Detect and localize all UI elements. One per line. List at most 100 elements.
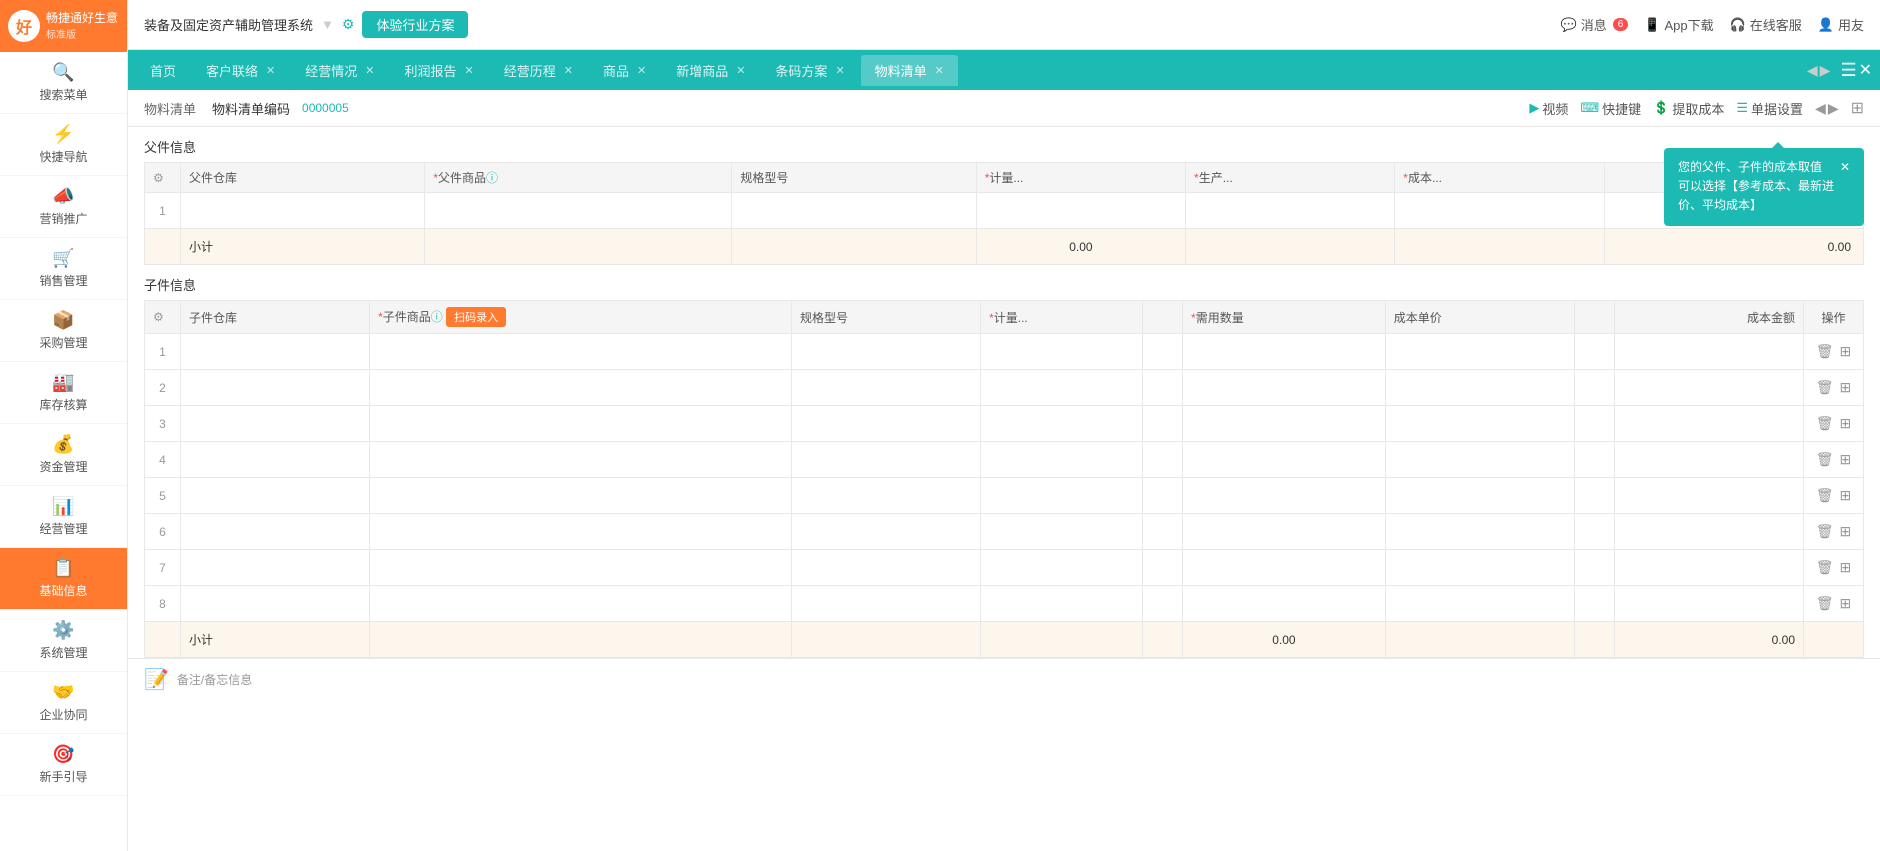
breadcrumb-2[interactable]: 物料清单编码 xyxy=(212,99,290,118)
child-qty-4[interactable] xyxy=(1183,478,1386,514)
child-warehouse-0[interactable] xyxy=(181,334,370,370)
close-all-tabs[interactable]: ✕ xyxy=(1859,60,1872,80)
child-qty-7[interactable] xyxy=(1183,586,1386,622)
child-product-2[interactable] xyxy=(370,406,792,442)
child-unit-cost-1[interactable] xyxy=(1385,370,1574,406)
nav-tab-close-4[interactable]: ✕ xyxy=(564,64,573,77)
child-spec-5[interactable] xyxy=(791,514,980,550)
copy-icon-7[interactable]: ⊞ xyxy=(1840,595,1852,612)
child-measure-6[interactable] xyxy=(981,550,1143,586)
scan-button[interactable]: 扫码录入 xyxy=(446,307,506,327)
child-measure-2[interactable] xyxy=(981,406,1143,442)
child-spec-3[interactable] xyxy=(791,442,980,478)
parent-product-1[interactable] xyxy=(425,193,732,229)
delete-icon-7[interactable]: 🗑 xyxy=(1816,595,1834,612)
nav-tab-0[interactable]: 首页 xyxy=(136,55,190,86)
parent-spec-1[interactable] xyxy=(732,193,976,229)
nav-next[interactable]: ▶ xyxy=(1820,62,1831,79)
sidebar-item-system[interactable]: ⚙️系统管理 xyxy=(0,610,127,672)
delete-icon-1[interactable]: 🗑 xyxy=(1816,379,1834,396)
sidebar-item-operation[interactable]: 📊经营管理 xyxy=(0,486,127,548)
child-product-4[interactable] xyxy=(370,478,792,514)
child-spec-0[interactable] xyxy=(791,334,980,370)
nav-tab-close-6[interactable]: ✕ xyxy=(736,64,745,77)
extract-cost-btn[interactable]: 💲 提取成本 xyxy=(1653,99,1724,118)
single-settings-btn[interactable]: ☰ 单据设置 xyxy=(1736,99,1803,118)
nav-prev[interactable]: ◀ xyxy=(1807,62,1818,79)
video-btn[interactable]: ▶ 视频 xyxy=(1529,99,1568,118)
child-measure-3[interactable] xyxy=(981,442,1143,478)
nav-tab-close-2[interactable]: ✕ xyxy=(365,64,374,77)
child-warehouse-6[interactable] xyxy=(181,550,370,586)
sidebar-item-inventory[interactable]: 🏭库存核算 xyxy=(0,362,127,424)
copy-icon-1[interactable]: ⊞ xyxy=(1840,379,1852,396)
breadcrumb-1[interactable]: 物料清单 xyxy=(144,99,196,118)
parent-cost-1[interactable] xyxy=(1395,193,1604,229)
child-warehouse-7[interactable] xyxy=(181,586,370,622)
child-spec-7[interactable] xyxy=(791,586,980,622)
sidebar-item-guide[interactable]: 🎯新手引导 xyxy=(0,734,127,796)
child-warehouse-2[interactable] xyxy=(181,406,370,442)
sidebar-item-finance[interactable]: 💰资金管理 xyxy=(0,424,127,486)
message-btn[interactable]: 💬 消息 6 xyxy=(1561,15,1629,34)
child-product-5[interactable] xyxy=(370,514,792,550)
child-measure-0[interactable] xyxy=(981,334,1143,370)
online-service-btn[interactable]: 🎧 在线客服 xyxy=(1730,15,1802,34)
nav-grid-icon[interactable]: ☰ xyxy=(1840,60,1856,81)
expand-icon[interactable]: ⊞ xyxy=(1851,98,1864,118)
shortcut-btn[interactable]: ⌨ 快捷键 xyxy=(1580,99,1641,118)
child-unit-cost-6[interactable] xyxy=(1385,550,1574,586)
note-icon[interactable]: 📝 xyxy=(144,667,169,692)
copy-icon-5[interactable]: ⊞ xyxy=(1840,523,1852,540)
child-product-1[interactable] xyxy=(370,370,792,406)
copy-icon-3[interactable]: ⊞ xyxy=(1840,451,1852,468)
child-warehouse-4[interactable] xyxy=(181,478,370,514)
parent-measure-1[interactable] xyxy=(976,193,1185,229)
nav-tab-close-1[interactable]: ✕ xyxy=(266,64,275,77)
copy-icon-2[interactable]: ⊞ xyxy=(1840,415,1852,432)
delete-icon-3[interactable]: 🗑 xyxy=(1816,451,1834,468)
child-measure-7[interactable] xyxy=(981,586,1143,622)
nav-tab-close-7[interactable]: ✕ xyxy=(835,64,844,77)
sidebar-item-basic[interactable]: 📋基础信息 xyxy=(0,548,127,610)
delete-icon-2[interactable]: 🗑 xyxy=(1816,415,1834,432)
nav-tab-close-3[interactable]: ✕ xyxy=(465,64,474,77)
cth-settings[interactable]: ⚙ xyxy=(145,301,181,334)
nav-tab-close-8[interactable]: ✕ xyxy=(935,64,944,77)
sidebar-item-search[interactable]: 🔍搜索菜单 xyxy=(0,52,127,114)
delete-icon-0[interactable]: 🗑 xyxy=(1816,343,1834,360)
child-unit-cost-4[interactable] xyxy=(1385,478,1574,514)
child-qty-2[interactable] xyxy=(1183,406,1386,442)
tooltip-close-btn[interactable]: ✕ xyxy=(1840,158,1850,177)
child-product-6[interactable] xyxy=(370,550,792,586)
sidebar-item-purchase[interactable]: 📦采购管理 xyxy=(0,300,127,362)
sidebar-item-quick-nav[interactable]: ⚡快捷导航 xyxy=(0,114,127,176)
delete-icon-6[interactable]: 🗑 xyxy=(1816,559,1834,576)
nav-tab-6[interactable]: 新增商品✕ xyxy=(662,55,759,86)
doc-next[interactable]: ▶ xyxy=(1828,100,1839,117)
child-product-3[interactable] xyxy=(370,442,792,478)
nav-tab-4[interactable]: 经营历程✕ xyxy=(490,55,587,86)
sidebar-item-sales[interactable]: 🛒销售管理 xyxy=(0,238,127,300)
child-spec-2[interactable] xyxy=(791,406,980,442)
th-settings[interactable]: ⚙ xyxy=(145,163,181,193)
nav-tab-5[interactable]: 商品✕ xyxy=(589,55,660,86)
child-qty-0[interactable] xyxy=(1183,334,1386,370)
sidebar-item-marketing[interactable]: 📣营销推广 xyxy=(0,176,127,238)
child-measure-5[interactable] xyxy=(981,514,1143,550)
child-spec-6[interactable] xyxy=(791,550,980,586)
nav-tab-7[interactable]: 条码方案✕ xyxy=(761,55,858,86)
child-unit-cost-3[interactable] xyxy=(1385,442,1574,478)
sidebar-item-collab[interactable]: 🤝企业协同 xyxy=(0,672,127,734)
child-warehouse-1[interactable] xyxy=(181,370,370,406)
child-unit-cost-5[interactable] xyxy=(1385,514,1574,550)
copy-icon-4[interactable]: ⊞ xyxy=(1840,487,1852,504)
child-qty-1[interactable] xyxy=(1183,370,1386,406)
child-warehouse-3[interactable] xyxy=(181,442,370,478)
nav-tab-2[interactable]: 经营情况✕ xyxy=(291,55,388,86)
child-unit-cost-2[interactable] xyxy=(1385,406,1574,442)
nav-tab-8[interactable]: 物料清单✕ xyxy=(861,55,958,86)
child-product-0[interactable] xyxy=(370,334,792,370)
child-unit-cost-0[interactable] xyxy=(1385,334,1574,370)
child-measure-4[interactable] xyxy=(981,478,1143,514)
